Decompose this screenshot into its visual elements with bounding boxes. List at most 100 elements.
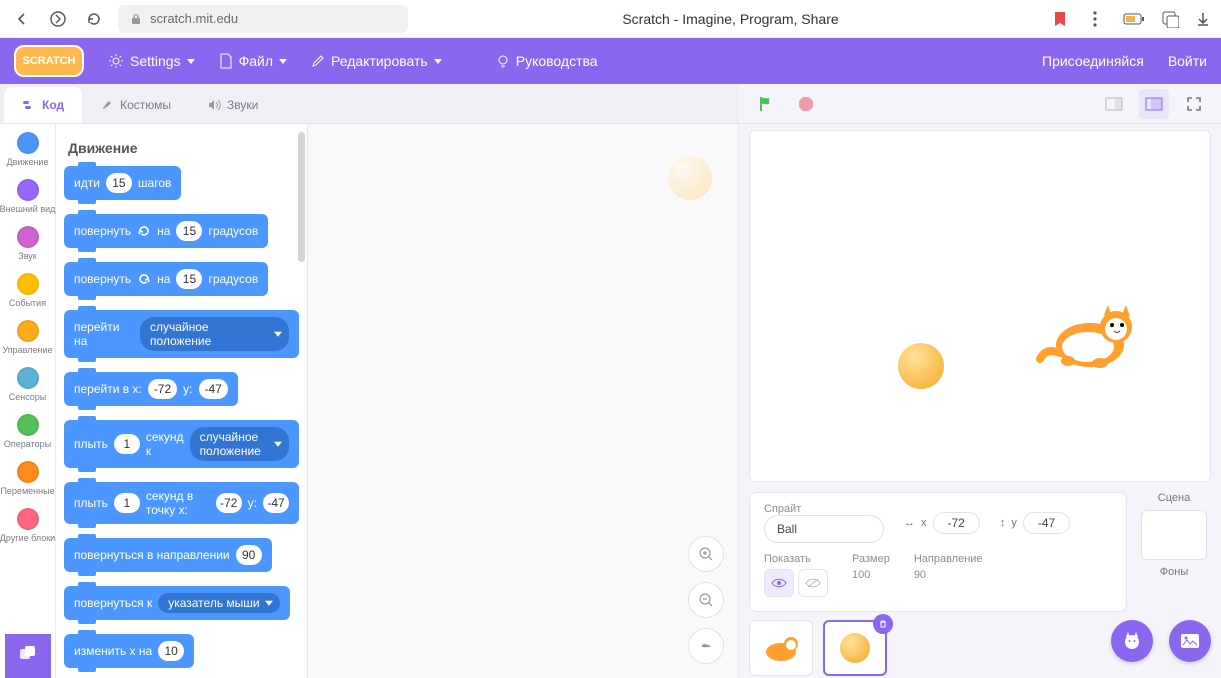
join-link[interactable]: Присоединяйся	[1042, 53, 1144, 69]
category-variables[interactable]: Переменные	[0, 457, 56, 504]
block-input[interactable]: -72	[148, 379, 177, 399]
block-input[interactable]: 15	[106, 173, 132, 193]
rotate-cw-icon	[137, 224, 151, 238]
category-looks[interactable]: Внешний вид	[0, 175, 56, 222]
tutorials-menu[interactable]: Руководства	[496, 53, 598, 69]
scratch-logo[interactable]: SCRATCH	[14, 45, 84, 77]
block-input[interactable]: -72	[216, 493, 242, 513]
sprite-size-input[interactable]: 100	[852, 569, 890, 581]
stage-sprite-ball[interactable]	[898, 343, 944, 389]
stage-header	[739, 84, 1221, 124]
tab-costumes-label: Костюмы	[120, 98, 171, 112]
scene-label: Сцена	[1158, 492, 1190, 504]
category-label: Внешний вид	[0, 204, 56, 214]
app-menubar: SCRATCH Settings Файл Редактировать Руко…	[0, 38, 1221, 84]
sprite-direction-input[interactable]: 90	[914, 569, 983, 581]
url-bar[interactable]: scratch.mit.edu	[118, 5, 408, 33]
tab-sounds[interactable]: Звуки	[189, 87, 276, 123]
block-dropdown[interactable]: случайное положение	[190, 427, 289, 461]
bookmark-icon[interactable]	[1053, 11, 1067, 27]
category-myblocks[interactable]: Другие блоки	[0, 504, 56, 551]
signin-link[interactable]: Войти	[1168, 53, 1207, 69]
caret-down-icon	[279, 59, 287, 64]
category-sound[interactable]: Звук	[0, 222, 56, 269]
reload-button[interactable]	[82, 7, 106, 31]
sprite-thumb-cat[interactable]	[749, 620, 813, 676]
block-dropdown[interactable]: случайное положение	[140, 317, 289, 351]
block-goto[interactable]: перейти на случайное положение	[64, 310, 299, 358]
sprite-y-input[interactable]: -47	[1023, 512, 1070, 534]
settings-menu[interactable]: Settings	[108, 53, 195, 69]
category-label: Операторы	[0, 439, 56, 449]
script-canvas[interactable]: =	[308, 124, 739, 678]
browser-right-controls	[1053, 7, 1211, 31]
stage-pane: Спрайт Ball ↔ x -72 ↕ y -47	[739, 84, 1221, 678]
tab-code[interactable]: Код	[4, 87, 82, 123]
block-palette[interactable]: Движение идти 15 шагов повернуть на 15 г…	[56, 124, 308, 678]
large-stage-button[interactable]	[1139, 89, 1169, 119]
add-sprite-button[interactable]	[1111, 620, 1153, 662]
sprite-delete-button[interactable]	[873, 614, 893, 634]
category-sensing[interactable]: Сенсоры	[0, 363, 56, 410]
block-turn-cw[interactable]: повернуть на 15 градусов	[64, 214, 268, 248]
green-flag-button[interactable]	[751, 89, 781, 119]
sound-icon	[207, 98, 221, 112]
block-input[interactable]: 90	[236, 545, 262, 565]
block-input[interactable]: 1	[114, 493, 140, 513]
block-input[interactable]: -47	[263, 493, 289, 513]
category-control[interactable]: Управление	[0, 316, 56, 363]
sprite-name-input[interactable]: Ball	[764, 515, 884, 543]
palette-title: Движение	[64, 134, 299, 166]
block-point-towards[interactable]: повернуться к указатель мыши	[64, 586, 290, 620]
sprite-hidden-button[interactable]	[798, 569, 828, 597]
sprite-visible-button[interactable]	[764, 569, 794, 597]
block-glide-xy[interactable]: плыть 1 секунд в точку x: -72 y: -47	[64, 482, 299, 524]
sprite-x-input[interactable]: -72	[933, 512, 980, 534]
file-menu[interactable]: Файл	[219, 53, 287, 69]
block-input[interactable]: 1	[114, 434, 140, 454]
block-move-steps[interactable]: идти 15 шагов	[64, 166, 181, 200]
category-events[interactable]: События	[0, 269, 56, 316]
add-backdrop-button[interactable]	[1169, 620, 1211, 662]
small-stage-button[interactable]	[1099, 89, 1129, 119]
scene-thumbnail[interactable]	[1141, 510, 1207, 560]
lock-icon	[130, 13, 142, 25]
block-input[interactable]: 10	[158, 641, 184, 661]
back-button[interactable]	[10, 7, 34, 31]
browser-more-icon[interactable]	[1083, 7, 1107, 31]
sprite-thumb-ball[interactable]	[823, 620, 887, 676]
add-extension-button[interactable]: +	[5, 634, 51, 678]
block-point-direction[interactable]: повернуться в направлении 90	[64, 538, 272, 572]
zoom-out-button[interactable]	[688, 582, 724, 618]
editor-pane: Код Костюмы Звуки Движение Внешний вид З…	[0, 84, 739, 678]
block-input[interactable]: 15	[176, 221, 202, 241]
size-label: Размер	[852, 553, 890, 565]
block-turn-ccw[interactable]: повернуть на 15 градусов	[64, 262, 268, 296]
edit-menu[interactable]: Редактировать	[311, 53, 442, 69]
zoom-reset-button[interactable]: =	[688, 628, 724, 664]
block-goto-xy[interactable]: перейти в x: -72 y: -47	[64, 372, 238, 406]
block-input[interactable]: 15	[176, 269, 202, 289]
caret-down-icon	[187, 59, 195, 64]
category-operators[interactable]: Операторы	[0, 410, 56, 457]
extension-icon[interactable]	[1161, 10, 1179, 28]
browser-menu-icon[interactable]	[46, 7, 70, 31]
fullscreen-button[interactable]	[1179, 89, 1209, 119]
block-dropdown[interactable]: указатель мыши	[158, 593, 279, 613]
canvas-ghost-sprite	[668, 156, 712, 200]
category-motion[interactable]: Движение	[0, 128, 56, 175]
zoom-in-button[interactable]	[688, 536, 724, 572]
tab-code-label: Код	[42, 98, 64, 112]
tab-costumes[interactable]: Костюмы	[82, 87, 189, 123]
palette-scrollbar[interactable]	[298, 132, 305, 262]
block-glide-random[interactable]: плыть 1 секунд к случайное положение	[64, 420, 299, 468]
bulb-icon	[496, 54, 510, 68]
block-input[interactable]: -47	[199, 379, 228, 399]
download-icon[interactable]	[1195, 11, 1211, 27]
zoom-controls: =	[688, 536, 724, 664]
stage-sprite-cat[interactable]	[1030, 303, 1140, 375]
block-change-x[interactable]: изменить x на 10	[64, 634, 194, 668]
battery-icon	[1123, 12, 1145, 26]
stop-button[interactable]	[791, 89, 821, 119]
stage[interactable]	[749, 130, 1211, 482]
